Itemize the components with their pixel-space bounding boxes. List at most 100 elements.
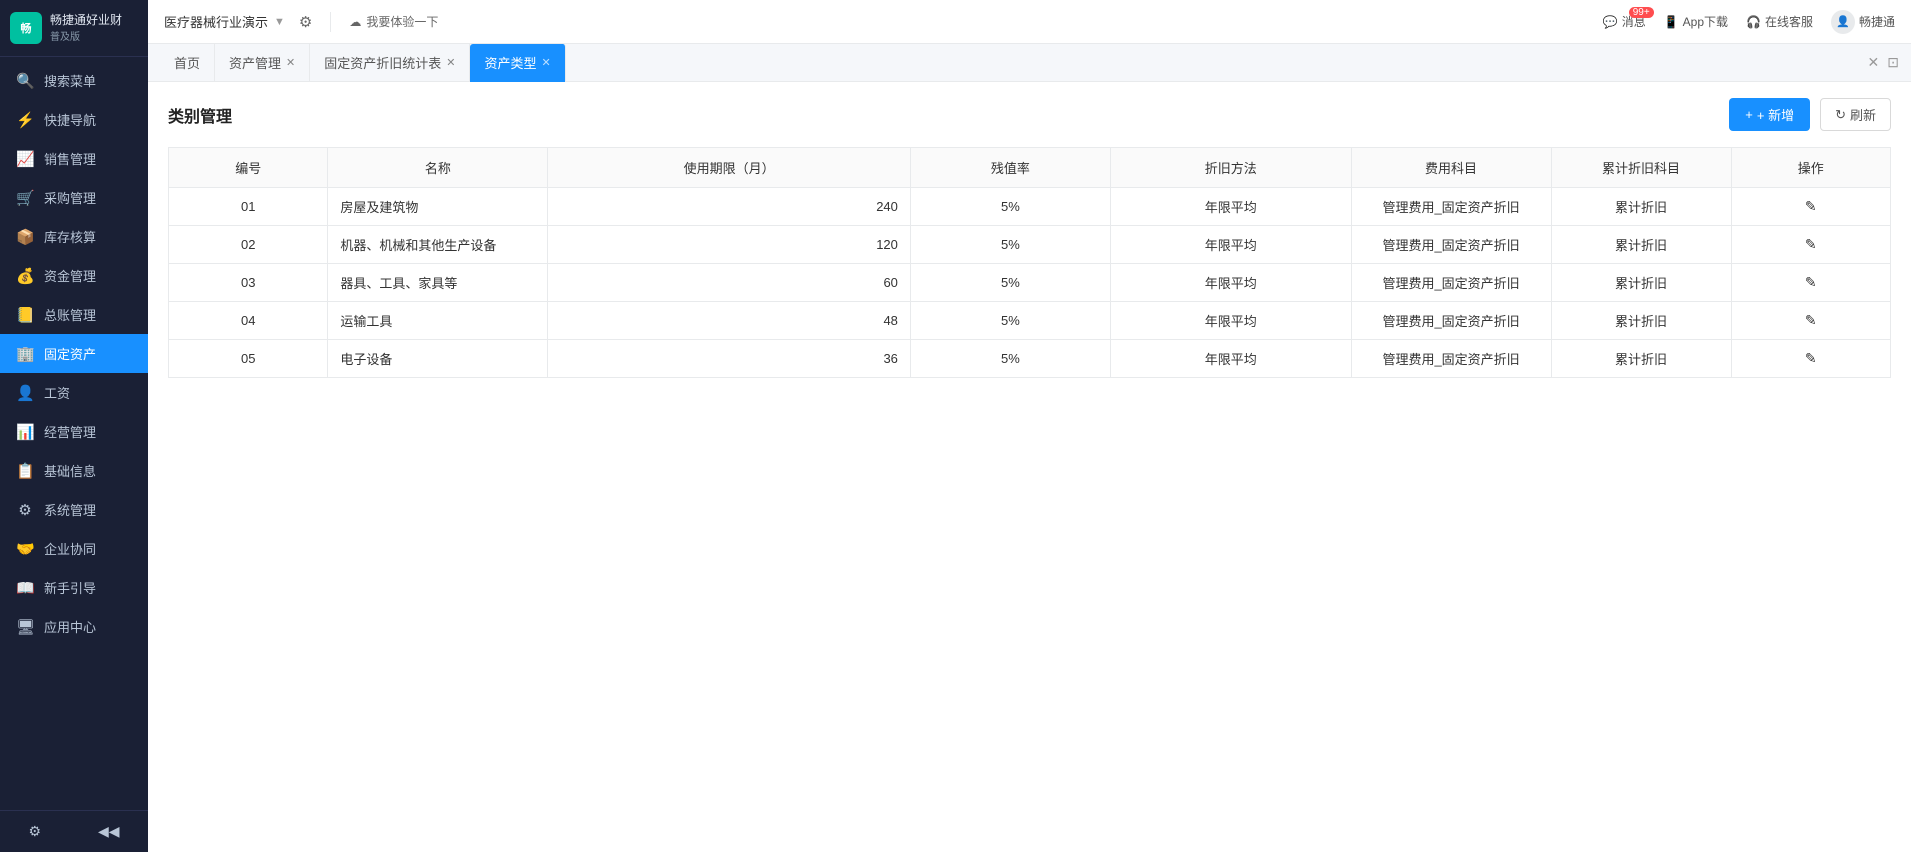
table-row: 01房屋及建筑物2405%年限平均管理费用_固定资产折旧累计折旧✎ <box>169 188 1891 226</box>
nav-icon-10: 📋 <box>16 462 34 480</box>
tabs-bar: 首页资产管理✕固定资产折旧统计表✕资产类型✕ ✕ ⊡ <box>148 44 1911 82</box>
cell-1-7[interactable]: ✎ <box>1731 226 1890 264</box>
cell-0-0: 01 <box>169 188 328 226</box>
table-row: 03器具、工具、家具等605%年限平均管理费用_固定资产折旧累计折旧✎ <box>169 264 1891 302</box>
nav-label-11: 系统管理 <box>44 500 96 519</box>
sidebar-item-14[interactable]: 🖥应用中心 <box>0 607 148 646</box>
online-service-button[interactable]: 🎧 在线客服 <box>1746 13 1813 30</box>
plus-icon: + <box>1745 107 1753 122</box>
cell-1-4: 年限平均 <box>1110 226 1351 264</box>
refresh-button[interactable]: ↻ 刷新 <box>1820 98 1891 131</box>
sidebar-item-12[interactable]: 🤝企业协同 <box>0 529 148 568</box>
cell-2-2: 60 <box>548 264 911 302</box>
messages-badge: 99+ <box>1629 7 1654 18</box>
cell-1-1: 机器、机械和其他生产设备 <box>328 226 548 264</box>
cell-0-1: 房屋及建筑物 <box>328 188 548 226</box>
nav-icon-5: 💰 <box>16 267 34 285</box>
add-button[interactable]: + + 新增 <box>1729 98 1810 131</box>
nav-icon-3: 🛒 <box>16 189 34 207</box>
sidebar-item-4[interactable]: 📦库存核算 <box>0 217 148 256</box>
cell-0-2: 240 <box>548 188 911 226</box>
sidebar-item-10[interactable]: 📋基础信息 <box>0 451 148 490</box>
tab-1[interactable]: 资产管理✕ <box>215 44 310 82</box>
cell-4-1: 电子设备 <box>328 340 548 378</box>
nav-icon-11: ⚙ <box>16 501 34 519</box>
sidebar: 畅 畅捷通好业财 普及版 🔍搜索菜单⚡快捷导航📈销售管理🛒采购管理📦库存核算💰资… <box>0 0 148 852</box>
nav-label-7: 固定资产 <box>44 344 96 363</box>
tab-close-1[interactable]: ✕ <box>286 56 295 69</box>
app-download-button[interactable]: 📱 App下载 <box>1664 13 1728 30</box>
cell-4-7[interactable]: ✎ <box>1731 340 1890 378</box>
sidebar-item-13[interactable]: 📖新手引导 <box>0 568 148 607</box>
logo-icon: 畅 <box>10 12 42 44</box>
sidebar-item-5[interactable]: 💰 资金管理 <box>0 256 148 295</box>
sidebar-item-3[interactable]: 🛒 采购管理 <box>0 178 148 217</box>
module-selector[interactable]: 医疗器械行业演示 ▼ <box>164 12 285 31</box>
cell-0-7[interactable]: ✎ <box>1731 188 1890 226</box>
messages-button[interactable]: 💬 消息 99+ <box>1603 13 1646 30</box>
nav-label-13: 新手引导 <box>44 578 96 597</box>
maximize-button[interactable]: ⊡ <box>1887 54 1899 71</box>
cell-2-7[interactable]: ✎ <box>1731 264 1890 302</box>
nav-label-3: 采购管理 <box>44 188 96 207</box>
window-controls: ✕ ⊡ <box>1868 54 1899 71</box>
sidebar-item-1[interactable]: ⚡ 快捷导航 <box>0 100 148 139</box>
sidebar-item-6[interactable]: 📒总账管理 <box>0 295 148 334</box>
sidebar-item-9[interactable]: 📊 经营管理 <box>0 412 148 451</box>
topbar: 医疗器械行业演示 ▼ ⚙ ☁ 我要体验一下 💬 消息 99+ 📱 App下载 🎧… <box>148 0 1911 44</box>
nav-label-12: 企业协同 <box>44 539 96 558</box>
user-menu[interactable]: 👤 畅捷通 <box>1831 10 1895 34</box>
sidebar-item-11[interactable]: ⚙ 系统管理 <box>0 490 148 529</box>
cell-4-0: 05 <box>169 340 328 378</box>
cell-3-0: 04 <box>169 302 328 340</box>
table-row: 02机器、机械和其他生产设备1205%年限平均管理费用_固定资产折旧累计折旧✎ <box>169 226 1891 264</box>
nav-icon-1: ⚡ <box>16 111 34 129</box>
tab-label-0: 首页 <box>174 53 200 72</box>
minimize-button[interactable]: ✕ <box>1868 54 1880 71</box>
settings-icon[interactable]: ⚙ <box>299 13 312 31</box>
nav-icon-2: 📈 <box>16 150 34 168</box>
sidebar-item-2[interactable]: 📈销售管理 <box>0 139 148 178</box>
module-name: 医疗器械行业演示 <box>164 12 268 31</box>
cell-0-6: 累计折旧 <box>1551 188 1731 226</box>
table-row: 04运输工具485%年限平均管理费用_固定资产折旧累计折旧✎ <box>169 302 1891 340</box>
nav-label-6: 总账管理 <box>44 305 96 324</box>
tab-0[interactable]: 首页 <box>160 44 215 82</box>
nav-label-5: 资金管理 <box>44 266 96 285</box>
sidebar-nav: 🔍搜索菜单 ⚡ 快捷导航 📈销售管理 🛒 采购管理 📦库存核算 💰 资金管理 📒总账管理 🏢 固定资产… <box>0 57 148 810</box>
cell-2-0: 03 <box>169 264 328 302</box>
cell-2-6: 累计折旧 <box>1551 264 1731 302</box>
settings-button[interactable]: ⚙ <box>20 819 49 844</box>
nav-label-1: 快捷导航 <box>44 110 96 129</box>
cell-1-6: 累计折旧 <box>1551 226 1731 264</box>
cell-1-2: 120 <box>548 226 911 264</box>
sidebar-item-7[interactable]: 🏢 固定资产 <box>0 334 148 373</box>
col-header-7: 操作 <box>1731 148 1890 188</box>
main-area: 医疗器械行业演示 ▼ ⚙ ☁ 我要体验一下 💬 消息 99+ 📱 App下载 🎧… <box>148 0 1911 852</box>
tab-close-3[interactable]: ✕ <box>542 56 551 69</box>
tab-2[interactable]: 固定资产折旧统计表✕ <box>310 44 470 82</box>
col-header-4: 折旧方法 <box>1110 148 1351 188</box>
cell-3-7[interactable]: ✎ <box>1731 302 1890 340</box>
tab-3[interactable]: 资产类型✕ <box>470 44 565 82</box>
cell-2-1: 器具、工具、家具等 <box>328 264 548 302</box>
nav-icon-4: 📦 <box>16 228 34 246</box>
cell-3-4: 年限平均 <box>1110 302 1351 340</box>
page-actions: + + 新增 ↻ 刷新 <box>1729 98 1891 131</box>
nav-icon-9: 📊 <box>16 423 34 441</box>
table-row: 05电子设备365%年限平均管理费用_固定资产折旧累计折旧✎ <box>169 340 1891 378</box>
tab-close-2[interactable]: ✕ <box>446 56 455 69</box>
collapse-button[interactable]: ◀◀ <box>90 819 128 844</box>
nav-label-8: 工资 <box>44 383 70 402</box>
sidebar-item-0[interactable]: 🔍搜索菜单 <box>0 61 148 100</box>
sidebar-bottom: ⚙ ◀◀ <box>0 810 148 852</box>
headset-icon: 🎧 <box>1746 15 1761 29</box>
nav-icon-7: 🏢 <box>16 345 34 363</box>
col-header-0: 编号 <box>169 148 328 188</box>
cell-3-3: 5% <box>910 302 1110 340</box>
experience-button[interactable]: ☁ 我要体验一下 <box>349 13 438 30</box>
cell-1-0: 02 <box>169 226 328 264</box>
topbar-right: 💬 消息 99+ 📱 App下载 🎧 在线客服 👤 畅捷通 <box>1603 10 1895 34</box>
nav-label-9: 经营管理 <box>44 422 96 441</box>
sidebar-item-8[interactable]: 👤工资 <box>0 373 148 412</box>
